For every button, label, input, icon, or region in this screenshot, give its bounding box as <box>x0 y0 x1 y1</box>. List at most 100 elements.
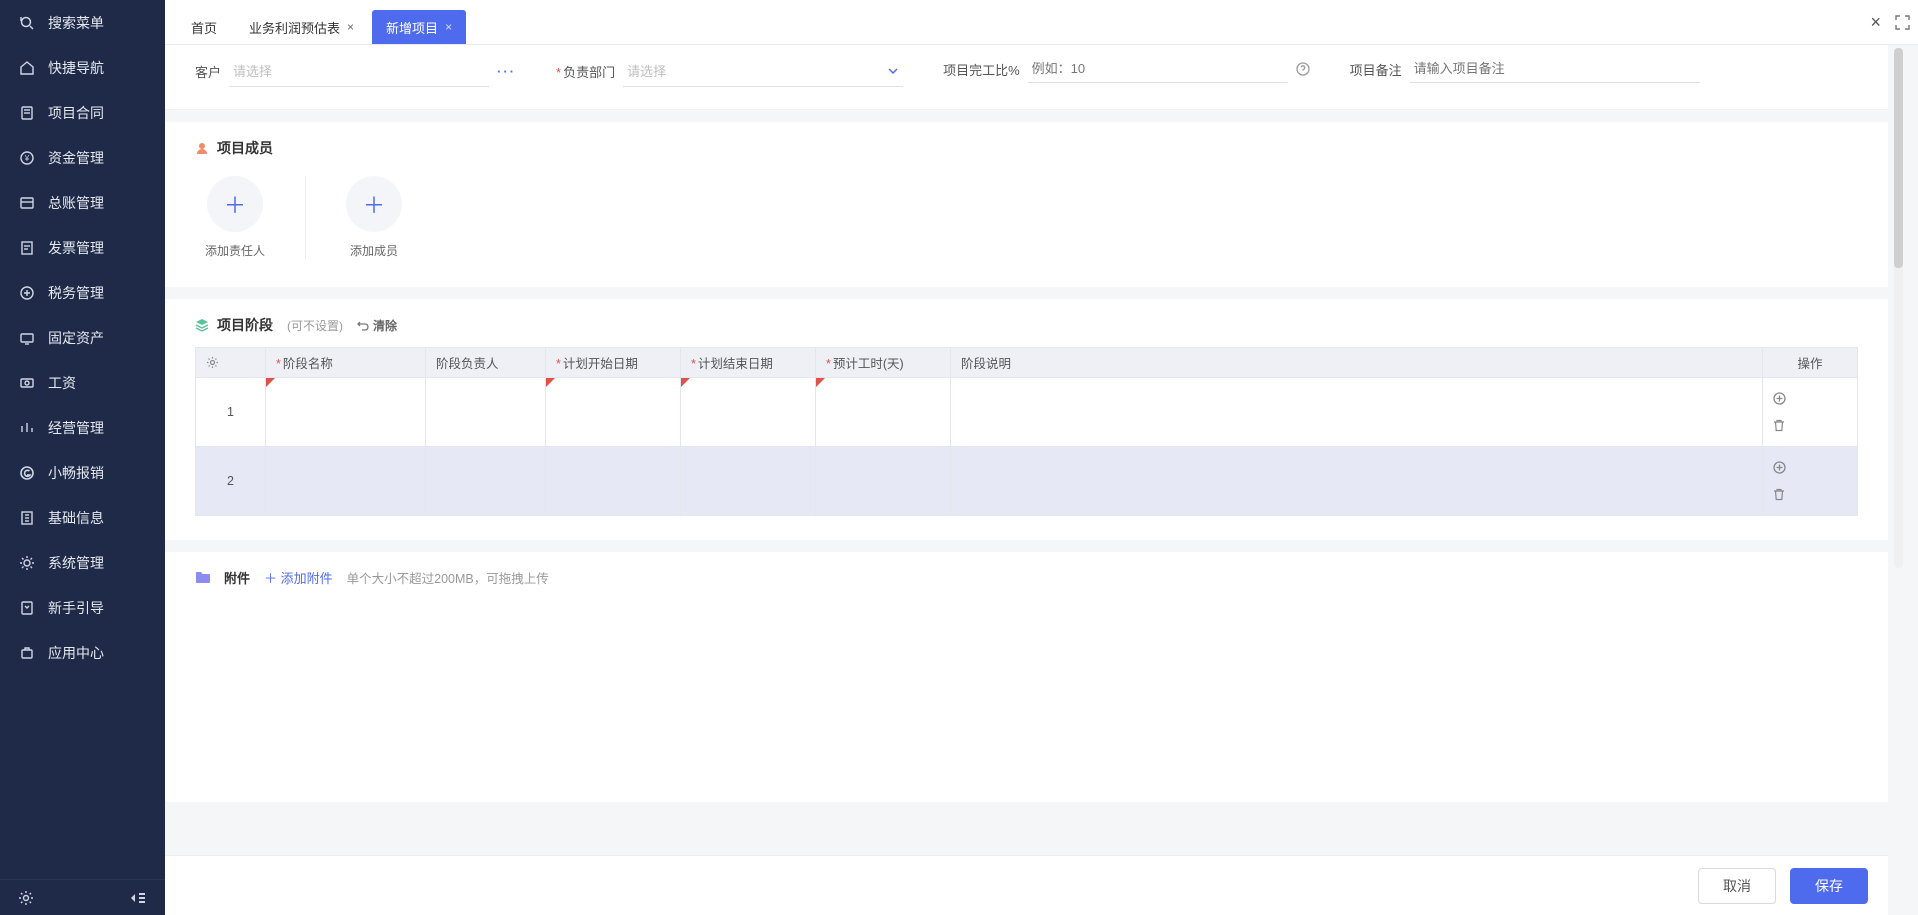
cancel-button[interactable]: 取消 <box>1698 868 1776 904</box>
sidebar-label: 新手引导 <box>48 598 104 618</box>
sidebar-item-search[interactable]: 搜索菜单 <box>0 0 165 45</box>
col-start: *计划开始日期 <box>546 348 681 378</box>
cell-desc[interactable] <box>951 447 1763 516</box>
sidebar-label: 工资 <box>48 373 76 393</box>
sidebar-item-quicknav[interactable]: 快捷导航 <box>0 45 165 90</box>
sidebar-item-fund[interactable]: ¥ 资金管理 <box>0 135 165 180</box>
cell-end[interactable] <box>681 378 816 447</box>
add-attachment-button[interactable]: ＋ 添加附件 <box>264 568 333 587</box>
delete-row-icon[interactable] <box>1773 488 1847 501</box>
close-panel-icon[interactable]: × <box>1870 12 1881 33</box>
undo-icon <box>357 319 369 331</box>
close-icon[interactable]: × <box>347 20 354 34</box>
col-days: *预计工时(天) <box>816 348 951 378</box>
sidebar-item-ledger[interactable]: 总账管理 <box>0 180 165 225</box>
home-icon <box>18 59 36 77</box>
sidebar-label: 税务管理 <box>48 283 104 303</box>
cell-days[interactable] <box>816 378 951 447</box>
more-icon[interactable]: ··· <box>497 64 516 79</box>
col-owner: 阶段负责人 <box>426 348 546 378</box>
row-index: 1 <box>196 378 266 447</box>
scrollbar-thumb[interactable] <box>1894 48 1903 268</box>
money-icon: ¥ <box>18 149 36 167</box>
cell-desc[interactable] <box>951 378 1763 447</box>
sidebar-item-system[interactable]: 系统管理 <box>0 540 165 585</box>
sidebar-item-invoice[interactable]: 发票管理 <box>0 225 165 270</box>
attach-title: 附件 <box>224 568 250 587</box>
sidebar-footer <box>0 879 165 915</box>
sidebar-item-salary[interactable]: 工资 <box>0 360 165 405</box>
section-members: 项目成员 ＋ 添加责任人 ＋ 添加成员 <box>165 122 1888 287</box>
system-icon <box>18 554 36 572</box>
footer-bar: 取消 保存 <box>165 855 1888 915</box>
sidebar-label: 资金管理 <box>48 148 104 168</box>
add-row-icon[interactable] <box>1773 461 1847 474</box>
salary-icon <box>18 374 36 392</box>
sidebar-label: 小畅报销 <box>48 463 104 483</box>
ledger-icon <box>18 194 36 212</box>
members-row: ＋ 添加责任人 ＋ 添加成员 <box>195 170 1858 263</box>
customer-select[interactable]: 请选择 <box>229 55 489 87</box>
table-row: 1 <box>196 378 1858 447</box>
collapse-icon[interactable] <box>129 891 147 905</box>
close-icon[interactable]: × <box>445 20 452 34</box>
gear-icon <box>206 356 219 369</box>
add-member-button[interactable]: ＋ 添加成员 <box>346 176 402 259</box>
sidebar-label: 系统管理 <box>48 553 104 573</box>
attach-row: 附件 ＋ 添加附件 单个大小不超过200MB，可拖拽上传 <box>195 568 1858 587</box>
section-attachment: 附件 ＋ 添加附件 单个大小不超过200MB，可拖拽上传 <box>165 552 1888 802</box>
sidebar: 搜索菜单 快捷导航 项目合同 ¥ 资金管理 总账管理 发票管理 税务管理 固定资产… <box>0 0 165 915</box>
field-pct: 项目完工比% <box>943 55 1310 83</box>
sidebar-item-tax[interactable]: 税务管理 <box>0 270 165 315</box>
pct-input[interactable] <box>1028 55 1288 83</box>
svg-text:¥: ¥ <box>24 154 30 163</box>
cell-name[interactable] <box>266 447 426 516</box>
sidebar-label: 搜索菜单 <box>48 13 104 33</box>
field-dept: *负责部门 请选择 <box>556 55 903 87</box>
col-desc: 阶段说明 <box>951 348 1763 378</box>
cell-owner[interactable] <box>426 447 546 516</box>
remark-input[interactable] <box>1410 55 1700 83</box>
plus-icon: ＋ <box>207 176 263 232</box>
invoice-icon <box>18 239 36 257</box>
vertical-scrollbar[interactable] <box>1894 48 1903 568</box>
tab-newproject[interactable]: 新增项目× <box>372 10 466 44</box>
sidebar-item-guide[interactable]: 新手引导 <box>0 585 165 630</box>
clear-button[interactable]: 清除 <box>357 317 397 334</box>
sidebar-item-contract[interactable]: 项目合同 <box>0 90 165 135</box>
row-index: 2 <box>196 447 266 516</box>
sidebar-item-reimburse[interactable]: 小畅报销 <box>0 450 165 495</box>
help-icon[interactable] <box>1296 62 1310 76</box>
title-text: 项目阶段 <box>217 315 273 335</box>
field-label: 客户 <box>195 62 221 81</box>
chevron-down-icon <box>887 65 899 77</box>
cell-days[interactable] <box>816 447 951 516</box>
sidebar-item-operate[interactable]: 经营管理 <box>0 405 165 450</box>
fullscreen-icon[interactable] <box>1895 15 1910 30</box>
dept-select[interactable]: 请选择 <box>623 55 903 87</box>
add-owner-button[interactable]: ＋ 添加责任人 <box>205 176 265 259</box>
app-icon <box>18 644 36 662</box>
cell-start[interactable] <box>546 447 681 516</box>
sidebar-item-asset[interactable]: 固定资产 <box>0 315 165 360</box>
sidebar-label: 基础信息 <box>48 508 104 528</box>
save-button[interactable]: 保存 <box>1790 868 1868 904</box>
attach-tip: 单个大小不超过200MB，可拖拽上传 <box>347 568 549 587</box>
cell-owner[interactable] <box>426 378 546 447</box>
cell-name[interactable] <box>266 378 426 447</box>
settings-icon[interactable] <box>18 890 34 906</box>
sidebar-item-baseinfo[interactable]: 基础信息 <box>0 495 165 540</box>
tab-home[interactable]: 首页 <box>177 10 231 44</box>
title-text: 项目成员 <box>217 138 273 158</box>
tab-bar: 首页 业务利润预估表 × 新增项目× × <box>165 0 1918 45</box>
tab-profit[interactable]: 业务利润预估表 × <box>235 10 368 44</box>
add-row-icon[interactable] <box>1773 392 1847 405</box>
delete-row-icon[interactable] <box>1773 419 1847 432</box>
person-icon <box>195 141 209 155</box>
field-remark: 项目备注 <box>1350 55 1700 83</box>
cell-start[interactable] <box>546 378 681 447</box>
col-gear[interactable] <box>196 348 266 378</box>
sidebar-item-appcenter[interactable]: 应用中心 <box>0 630 165 675</box>
cell-end[interactable] <box>681 447 816 516</box>
tab-label: 业务利润预估表 <box>249 18 340 37</box>
